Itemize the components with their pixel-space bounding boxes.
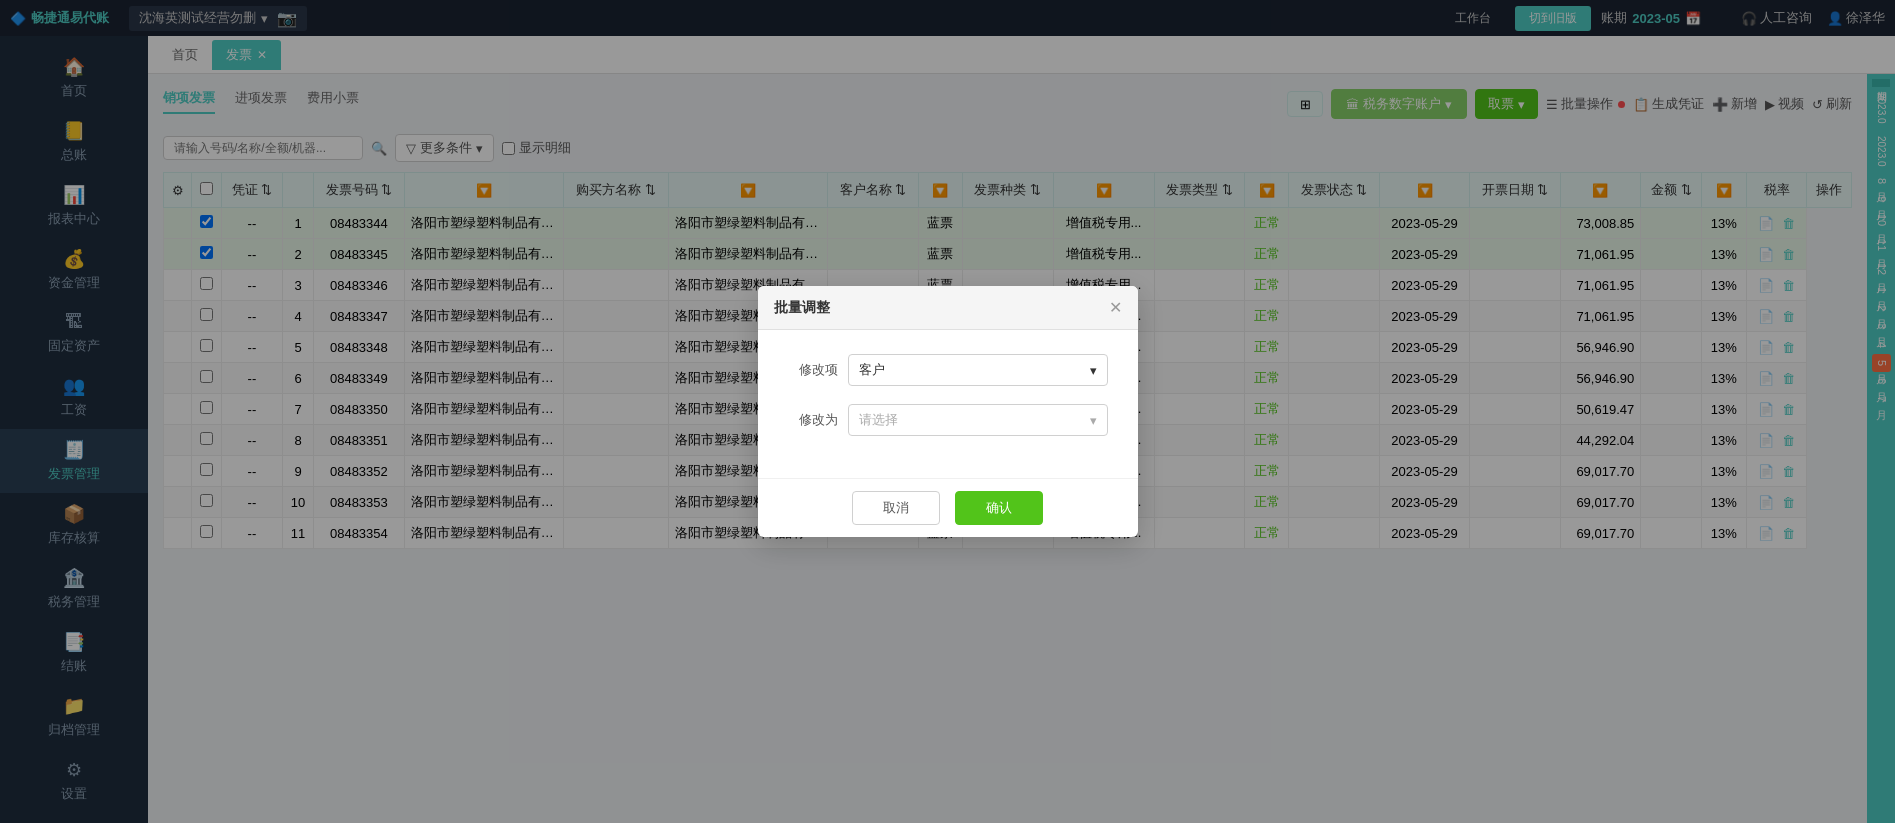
modify-to-select[interactable]: 请选择 ▾: [848, 404, 1108, 436]
confirm-button[interactable]: 确认: [955, 491, 1043, 525]
batch-adjust-modal: 批量调整 ✕ 修改项 客户 ▾ 修改为 请选择 ▾ 取消 确认: [758, 286, 1138, 537]
modify-item-label: 修改项: [788, 361, 838, 379]
cancel-button[interactable]: 取消: [852, 491, 940, 525]
modal-close-btn[interactable]: ✕: [1109, 298, 1122, 317]
modify-item-select[interactable]: 客户 ▾: [848, 354, 1108, 386]
select-dropdown-icon: ▾: [1090, 363, 1097, 378]
modal-body: 修改项 客户 ▾ 修改为 请选择 ▾: [758, 330, 1138, 478]
modify-to-row: 修改为 请选择 ▾: [788, 404, 1108, 436]
modal-footer: 取消 确认: [758, 478, 1138, 537]
modify-to-label: 修改为: [788, 411, 838, 429]
modal-title: 批量调整: [774, 299, 830, 317]
modal-header: 批量调整 ✕: [758, 286, 1138, 330]
select-to-dropdown-icon: ▾: [1090, 413, 1097, 428]
modal-overlay[interactable]: 批量调整 ✕ 修改项 客户 ▾ 修改为 请选择 ▾ 取消 确认: [0, 0, 1895, 823]
modify-item-row: 修改项 客户 ▾: [788, 354, 1108, 386]
